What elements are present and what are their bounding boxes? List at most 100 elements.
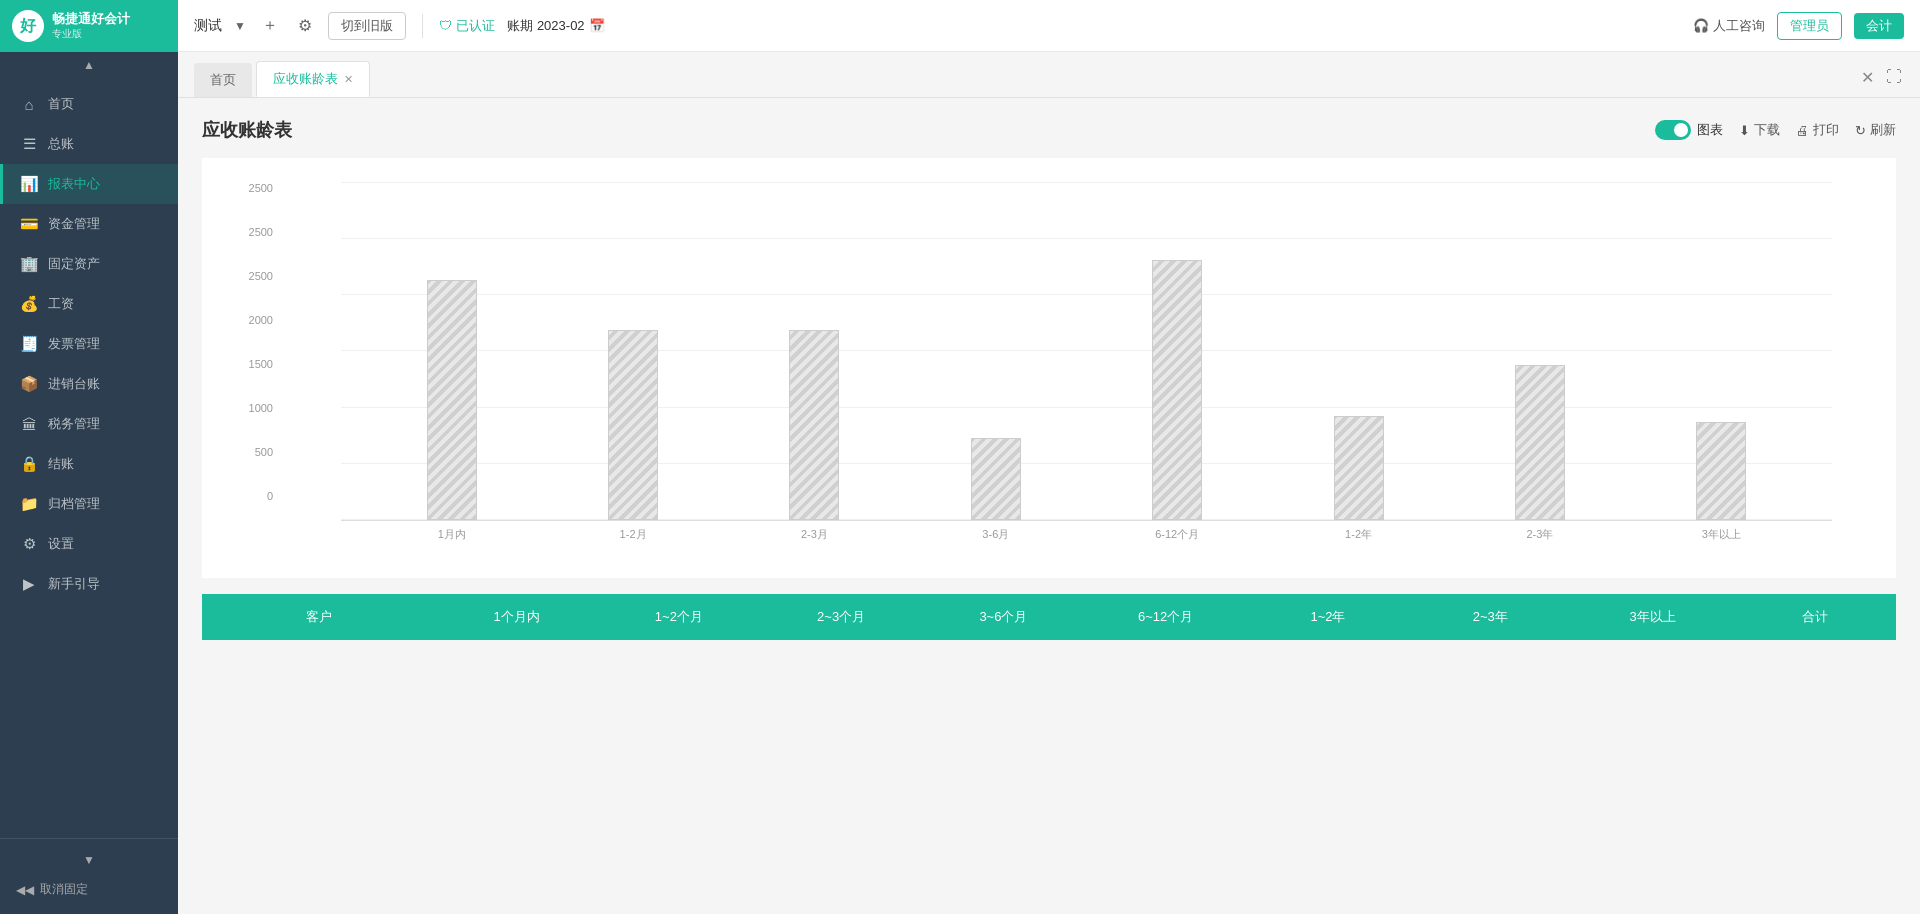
sidebar-item-guide[interactable]: ▶ 新手引导: [0, 564, 178, 604]
x-label-3-6m: 3-6月: [971, 527, 1021, 542]
y-label-1500: 1500: [249, 358, 273, 370]
sidebar-item-tax[interactable]: 🏛 税务管理: [0, 404, 178, 444]
archive-icon: 📁: [20, 495, 38, 513]
bar-3-6m: [971, 438, 1021, 520]
download-button[interactable]: ⬇ 下载: [1739, 121, 1780, 139]
sidebar-item-funds[interactable]: 💳 资金管理: [0, 204, 178, 244]
expand-tab-icon[interactable]: ⛶: [1884, 66, 1904, 89]
sidebar-item-label: 结账: [48, 455, 74, 473]
print-label: 打印: [1813, 121, 1839, 139]
closing-icon: 🔒: [20, 455, 38, 473]
period-value: 2023-02: [537, 18, 585, 33]
chart-inner: [341, 182, 1832, 521]
tab-aging[interactable]: 应收账龄表 ✕: [256, 61, 370, 97]
sidebar: 好 畅捷通好会计 专业版 ▲ ⌂ 首页 ☰ 总账 📊 报表中心 💳 资金管理 🏢…: [0, 0, 178, 914]
sidebar-item-label: 固定资产: [48, 255, 100, 273]
sidebar-item-archive[interactable]: 📁 归档管理: [0, 484, 178, 524]
refresh-button[interactable]: ↻ 刷新: [1855, 121, 1896, 139]
bars-row: [341, 182, 1832, 520]
sidebar-item-label: 发票管理: [48, 335, 100, 353]
sidebar-item-ledger[interactable]: ☰ 总账: [0, 124, 178, 164]
cancel-fixed-button[interactable]: ◀◀ 取消固定: [0, 873, 178, 906]
workspace-title: 测试: [194, 17, 222, 35]
workspace-settings-button[interactable]: ⚙: [294, 12, 316, 39]
sidebar-logo: 好 畅捷通好会计 专业版: [0, 0, 178, 52]
bar-3y-plus: [1696, 422, 1746, 520]
admin-button[interactable]: 管理员: [1777, 12, 1842, 40]
sidebar-item-assets[interactable]: 🏢 固定资产: [0, 244, 178, 284]
page-header: 应收账龄表 图表 ⬇ 下载 🖨 打印 ↻ 刷新: [202, 118, 1896, 142]
table-header-2-3y: 2~3年: [1409, 594, 1571, 640]
bar-1m: [427, 280, 477, 520]
add-workspace-button[interactable]: ＋: [258, 11, 282, 40]
tab-home[interactable]: 首页: [194, 63, 252, 97]
y-label-2500c: 2500: [249, 270, 273, 282]
reports-icon: 📊: [20, 175, 38, 193]
x-label-1-2m: 1-2月: [608, 527, 658, 542]
app-logo-icon: 好: [12, 10, 44, 42]
sidebar-nav: ⌂ 首页 ☰ 总账 📊 报表中心 💳 资金管理 🏢 固定资产 💰 工资 🧾 发票…: [0, 78, 178, 838]
sidebar-item-reports[interactable]: 📊 报表中心: [0, 164, 178, 204]
sidebar-item-inventory[interactable]: 📦 进销台账: [0, 364, 178, 404]
table-header-1-2m: 1~2个月: [598, 594, 760, 640]
accounting-period: 账期 2023-02 📅: [507, 17, 605, 35]
workspace-dropdown[interactable]: ▼: [234, 19, 246, 33]
y-label-2500a: 2500: [249, 182, 273, 194]
sidebar-item-label: 工资: [48, 295, 74, 313]
print-icon: 🖨: [1796, 123, 1809, 138]
bar-6-12m: [1152, 260, 1202, 520]
table-header-total: 合计: [1734, 594, 1896, 640]
sidebar-scroll-up[interactable]: ▲: [0, 52, 178, 78]
shield-icon: 🛡: [439, 18, 452, 33]
cancel-fixed-label: 取消固定: [40, 881, 88, 898]
bar-2-3y: [1515, 365, 1565, 520]
sidebar-item-settings[interactable]: ⚙ 设置: [0, 524, 178, 564]
bar-group-3y-plus: [1696, 422, 1746, 520]
tax-icon: 🏛: [20, 416, 38, 433]
sidebar-item-label: 新手引导: [48, 575, 100, 593]
funds-icon: 💳: [20, 215, 38, 233]
chart-x-labels: 1月内 1-2月 2-3月 3-6月 6-12个月 1-2年 2-3年 3年以上: [341, 527, 1832, 542]
close-tab-icon[interactable]: ✕: [1859, 66, 1876, 89]
assets-icon: 🏢: [20, 255, 38, 273]
bar-1-2m: [608, 330, 658, 520]
x-label-6-12m: 6-12个月: [1152, 527, 1202, 542]
calendar-icon[interactable]: 📅: [589, 18, 605, 33]
bar-group-1-2y: [1334, 416, 1384, 520]
table-header-customer: 客户: [202, 594, 435, 640]
chart-toggle[interactable]: 图表: [1655, 120, 1723, 140]
bar-chart: 2500 2500 2500 2000 1500 1000 500 0: [226, 182, 1872, 542]
chart-y-axis: 2500 2500 2500 2000 1500 1000 500 0: [226, 182, 281, 502]
sidebar-scroll-down[interactable]: ▼: [0, 847, 178, 873]
payroll-icon: 💰: [20, 295, 38, 313]
bar-group-2-3m: [789, 330, 839, 520]
bar-2-3m: [789, 330, 839, 520]
accountant-button[interactable]: 会计: [1854, 13, 1904, 39]
pin-left-icon: ◀◀: [16, 883, 34, 897]
sidebar-item-payroll[interactable]: 💰 工资: [0, 284, 178, 324]
print-button[interactable]: 🖨 打印: [1796, 121, 1839, 139]
refresh-icon: ↻: [1855, 123, 1866, 138]
y-label-2500b: 2500: [249, 226, 273, 238]
y-label-1000: 1000: [249, 402, 273, 414]
app-name-group: 畅捷通好会计 专业版: [52, 11, 130, 42]
sidebar-item-home[interactable]: ⌂ 首页: [0, 84, 178, 124]
chart-inner-wrapper: 1月内 1-2月 2-3月 3-6月 6-12个月 1-2年 2-3年 3年以上: [341, 182, 1832, 542]
sidebar-item-closing[interactable]: 🔒 结账: [0, 444, 178, 484]
download-label: 下载: [1754, 121, 1780, 139]
download-icon: ⬇: [1739, 123, 1750, 138]
switch-version-button[interactable]: 切到旧版: [328, 12, 406, 40]
y-label-2000: 2000: [249, 314, 273, 326]
chart-toggle-switch[interactable]: [1655, 120, 1691, 140]
help-label: 人工咨询: [1713, 17, 1765, 35]
table-header-row: 客户 1个月内 1~2个月 2~3个月 3~6个月 6~12个月 1~2年 2~…: [202, 594, 1896, 640]
tab-aging-label: 应收账龄表: [273, 70, 338, 88]
help-button[interactable]: 🎧 人工咨询: [1693, 17, 1765, 35]
bar-group-1m: [427, 280, 477, 520]
ledger-icon: ☰: [20, 135, 38, 153]
sidebar-item-label: 报表中心: [48, 175, 100, 193]
page-content: 应收账龄表 图表 ⬇ 下载 🖨 打印 ↻ 刷新: [178, 98, 1920, 914]
x-label-2-3m: 2-3月: [789, 527, 839, 542]
tab-close-button[interactable]: ✕: [344, 73, 353, 86]
sidebar-item-invoices[interactable]: 🧾 发票管理: [0, 324, 178, 364]
